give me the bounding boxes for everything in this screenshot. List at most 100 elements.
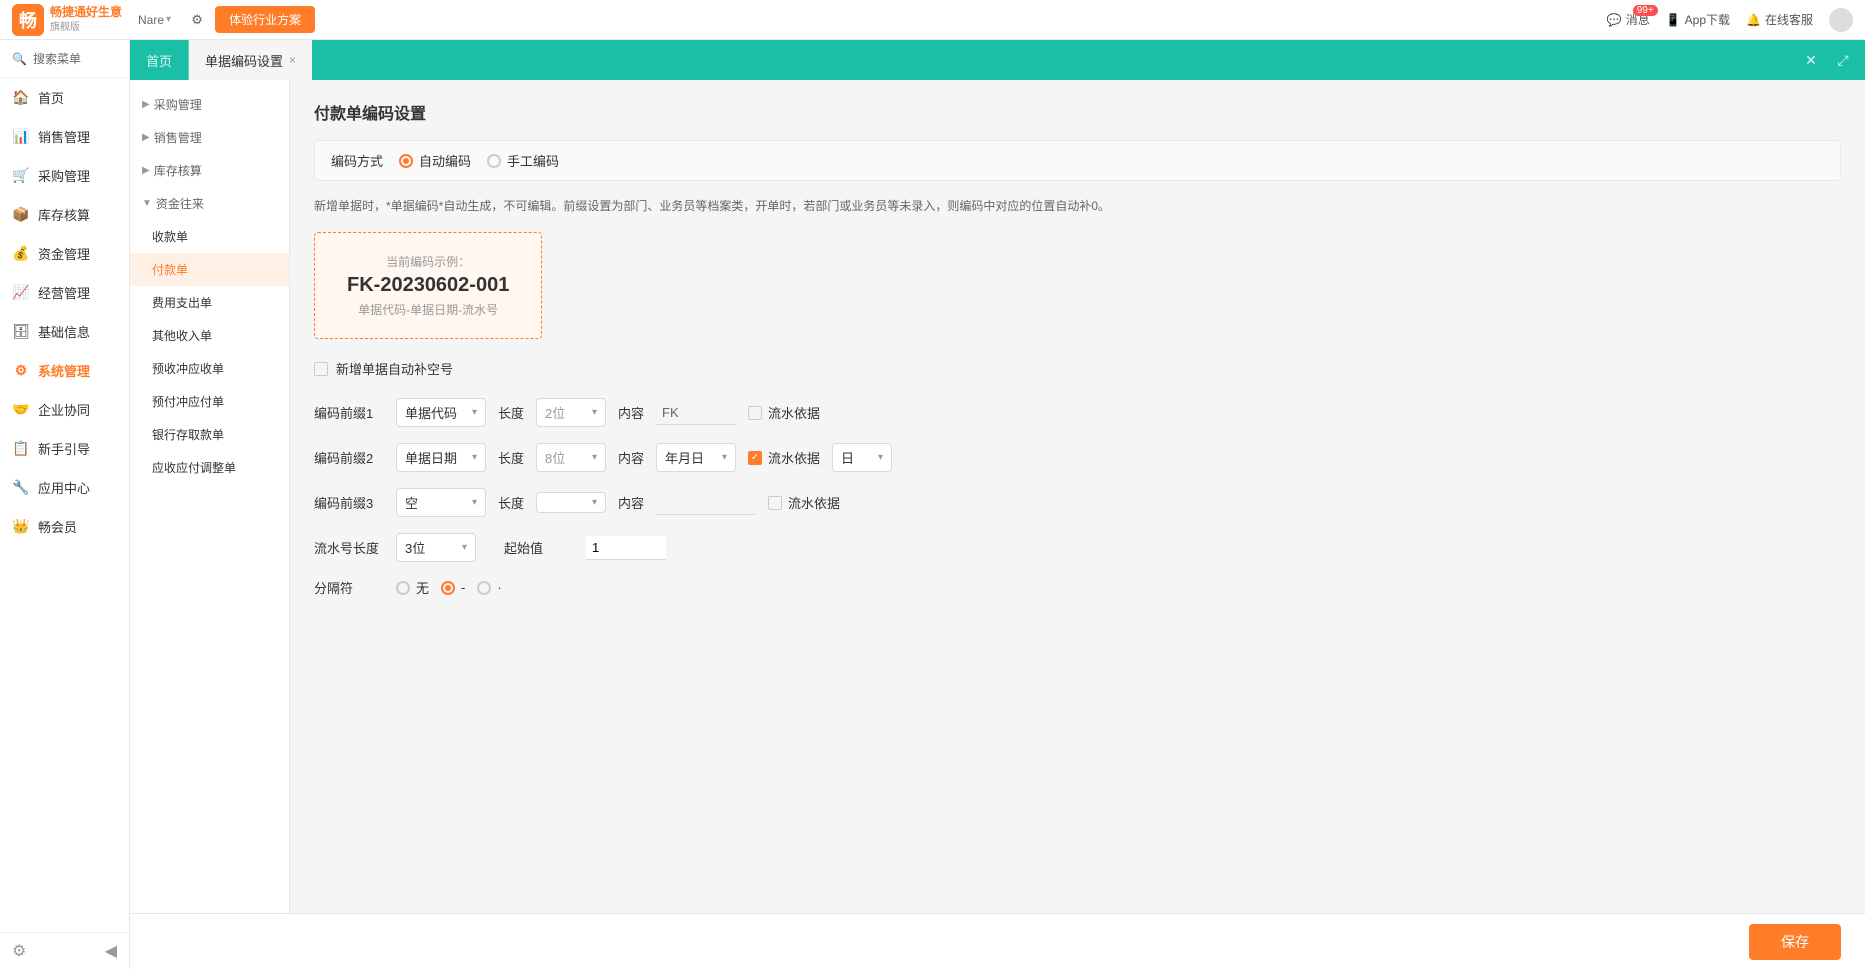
sep-dot-radio-item[interactable]: · xyxy=(477,580,501,595)
app-download-btn[interactable]: 📱 App下载 xyxy=(1666,11,1730,28)
save-button[interactable]: 保存 xyxy=(1749,924,1841,960)
sec-group-capital-title[interactable]: ▼ 资金往来 xyxy=(130,187,289,220)
prefix3-select[interactable]: 空 ▾ xyxy=(396,488,486,517)
sep-dash-symbol: - xyxy=(461,580,465,595)
purchase-icon: 🛒 xyxy=(12,167,30,185)
prefix1-select[interactable]: 单据代码 ▾ xyxy=(396,398,486,427)
tab-expand-btn[interactable]: ⤢ xyxy=(1829,46,1857,74)
prefix3-row: 编码前缀3 空 ▾ 长度 ▾ 内容 流水依据 xyxy=(314,488,1841,517)
tabs-bar: 首页 单据编码设置 × ✕ ⤢ xyxy=(130,40,1865,80)
sidebar-item-finance[interactable]: 💰 资金管理 xyxy=(0,234,129,273)
serial3-checkbox[interactable] xyxy=(768,496,782,510)
member-icon: 👑 xyxy=(12,518,30,536)
content2-select[interactable]: 年月日 ▾ xyxy=(656,443,736,472)
serial3-label: 流水依据 xyxy=(788,493,840,512)
sidebar-item-inventory[interactable]: 📦 库存核算 xyxy=(0,195,129,234)
prefix3-label: 编码前缀3 xyxy=(314,493,384,512)
prefix2-select[interactable]: 单据日期 ▾ xyxy=(396,443,486,472)
autofill-label: 新增单据自动补空号 xyxy=(336,359,453,378)
sec-group-purchase-title[interactable]: ▶ 采购管理 xyxy=(130,88,289,121)
sidebar-item-enterprise[interactable]: 🤝 企业协同 xyxy=(0,390,129,429)
sidebar-item-member[interactable]: 👑 畅会员 xyxy=(0,507,129,546)
sep-dash-radio-item[interactable]: - xyxy=(441,580,465,595)
radio-auto-encode[interactable]: 自动编码 xyxy=(399,151,471,170)
manual-encode-radio[interactable] xyxy=(487,154,501,168)
page-title: 付款单编码设置 xyxy=(314,100,1841,124)
sidebar-item-sales[interactable]: 📊 销售管理 xyxy=(0,117,129,156)
sec-item-other-income[interactable]: 其他收入单 xyxy=(130,319,289,352)
sep-none-radio[interactable] xyxy=(396,581,410,595)
auto-encode-radio[interactable] xyxy=(399,154,413,168)
message-badge: 99+ xyxy=(1633,5,1658,16)
sec-item-prepay-receivable[interactable]: 预收冲应收单 xyxy=(130,352,289,385)
content3-input[interactable] xyxy=(656,491,756,515)
separator-row: 分隔符 无 - · xyxy=(314,578,1841,597)
example-code: FK-20230602-001 xyxy=(347,274,509,297)
sec-item-payment[interactable]: 付款单 xyxy=(130,253,289,286)
operations-icon: 📈 xyxy=(12,284,30,302)
sec-item-bank-deposit[interactable]: 银行存取款单 xyxy=(130,418,289,451)
trial-button[interactable]: 体验行业方案 xyxy=(215,6,315,33)
serial2-period-select[interactable]: 日 ▾ xyxy=(832,443,892,472)
main-wrapper: ▶ 采购管理 ▶ 销售管理 ▶ 库存核算 xyxy=(130,80,1865,913)
serial2-checkbox[interactable]: ✓ xyxy=(748,451,762,465)
start-value-input[interactable] xyxy=(586,536,666,560)
serial-length-select[interactable]: 3位 ▾ xyxy=(396,533,476,562)
serial3-checkbox-row: 流水依据 xyxy=(768,493,840,512)
length1-select[interactable]: 2位 ▾ xyxy=(536,398,606,427)
serial1-label: 流水依据 xyxy=(768,403,820,422)
sidebar-item-appcenter[interactable]: 🔧 应用中心 xyxy=(0,468,129,507)
sec-group-inventory-title[interactable]: ▶ 库存核算 xyxy=(130,154,289,187)
tab-close-icon[interactable]: × xyxy=(289,53,296,67)
sec-item-expense[interactable]: 费用支出单 xyxy=(130,286,289,319)
sidebar-search[interactable]: 🔍 搜索菜单 xyxy=(0,40,129,78)
layout: 🔍 搜索菜单 🏠 首页 📊 销售管理 🛒 采购管理 📦 库存核算 💰 资金管理 … xyxy=(0,40,1865,969)
sidebar-item-system[interactable]: ⚙ 系统管理 xyxy=(0,351,129,390)
chevron-down-icon: ▾ xyxy=(166,14,171,25)
sec-item-prepay-payable[interactable]: 预付冲应付单 xyxy=(130,385,289,418)
logo-icon: 畅 xyxy=(12,4,44,36)
sec-item-ar-ap-adjust[interactable]: 应收应付调整单 xyxy=(130,451,289,484)
radio-group-encode: 自动编码 手工编码 xyxy=(399,151,559,170)
length2-select[interactable]: 8位 ▾ xyxy=(536,443,606,472)
newguide-icon: 📋 xyxy=(12,440,30,458)
sec-item-receipt[interactable]: 收款单 xyxy=(130,220,289,253)
sidebar: 🔍 搜索菜单 🏠 首页 📊 销售管理 🛒 采购管理 📦 库存核算 💰 资金管理 … xyxy=(0,40,130,969)
collapse-icon[interactable]: ◀ xyxy=(105,941,117,961)
topbar-right: 💬 消息 99+ 📱 App下载 🔔 在线客服 xyxy=(1607,8,1853,32)
autofill-checkbox[interactable] xyxy=(314,362,328,376)
settings-bottom-icon[interactable]: ⚙ xyxy=(12,941,26,961)
sidebar-item-base[interactable]: 🗄 基础信息 xyxy=(0,312,129,351)
chevron-right-icon: ▶ xyxy=(142,99,150,110)
tab-close-btn[interactable]: ✕ xyxy=(1797,46,1825,74)
sidebar-item-home[interactable]: 🏠 首页 xyxy=(0,78,129,117)
app-icon: 📱 xyxy=(1666,13,1681,27)
online-service-btn[interactable]: 🔔 在线客服 xyxy=(1746,11,1813,28)
sidebar-item-purchase[interactable]: 🛒 采购管理 xyxy=(0,156,129,195)
sep-dot-radio[interactable] xyxy=(477,581,491,595)
length3-select[interactable]: ▾ xyxy=(536,492,606,513)
serial1-checkbox[interactable] xyxy=(748,406,762,420)
sep-none-radio-item[interactable]: 无 xyxy=(396,578,429,597)
chevron-down-icon4: ▾ xyxy=(592,407,597,418)
serial-length-row: 流水号长度 3位 ▾ 起始值 xyxy=(314,533,1841,562)
tab-home[interactable]: 首页 xyxy=(130,40,189,80)
length2-label: 长度 xyxy=(498,448,524,467)
sidebar-item-newguide[interactable]: 📋 新手引导 xyxy=(0,429,129,468)
avatar[interactable] xyxy=(1829,8,1853,32)
tab-settings[interactable]: 单据编码设置 × xyxy=(189,40,312,80)
settings-icon[interactable]: ⚙ xyxy=(183,6,211,34)
sec-group-sales-title[interactable]: ▶ 销售管理 xyxy=(130,121,289,154)
messages-btn[interactable]: 💬 消息 99+ xyxy=(1607,11,1650,28)
search-icon: 🔍 xyxy=(12,52,27,66)
tab-actions: ✕ ⤢ xyxy=(1797,46,1865,74)
sec-group-purchase: ▶ 采购管理 xyxy=(130,88,289,121)
sidebar-item-operations[interactable]: 📈 经营管理 xyxy=(0,273,129,312)
nav-dropdown[interactable]: Nare ▾ xyxy=(130,9,179,31)
sep-dash-radio[interactable] xyxy=(441,581,455,595)
radio-manual-encode[interactable]: 手工编码 xyxy=(487,151,559,170)
sep-none-label: 无 xyxy=(416,578,429,597)
chevron-down-icon10: ▾ xyxy=(592,497,597,508)
content1-input[interactable] xyxy=(656,401,736,425)
chevron-right-icon2: ▶ xyxy=(142,132,150,143)
